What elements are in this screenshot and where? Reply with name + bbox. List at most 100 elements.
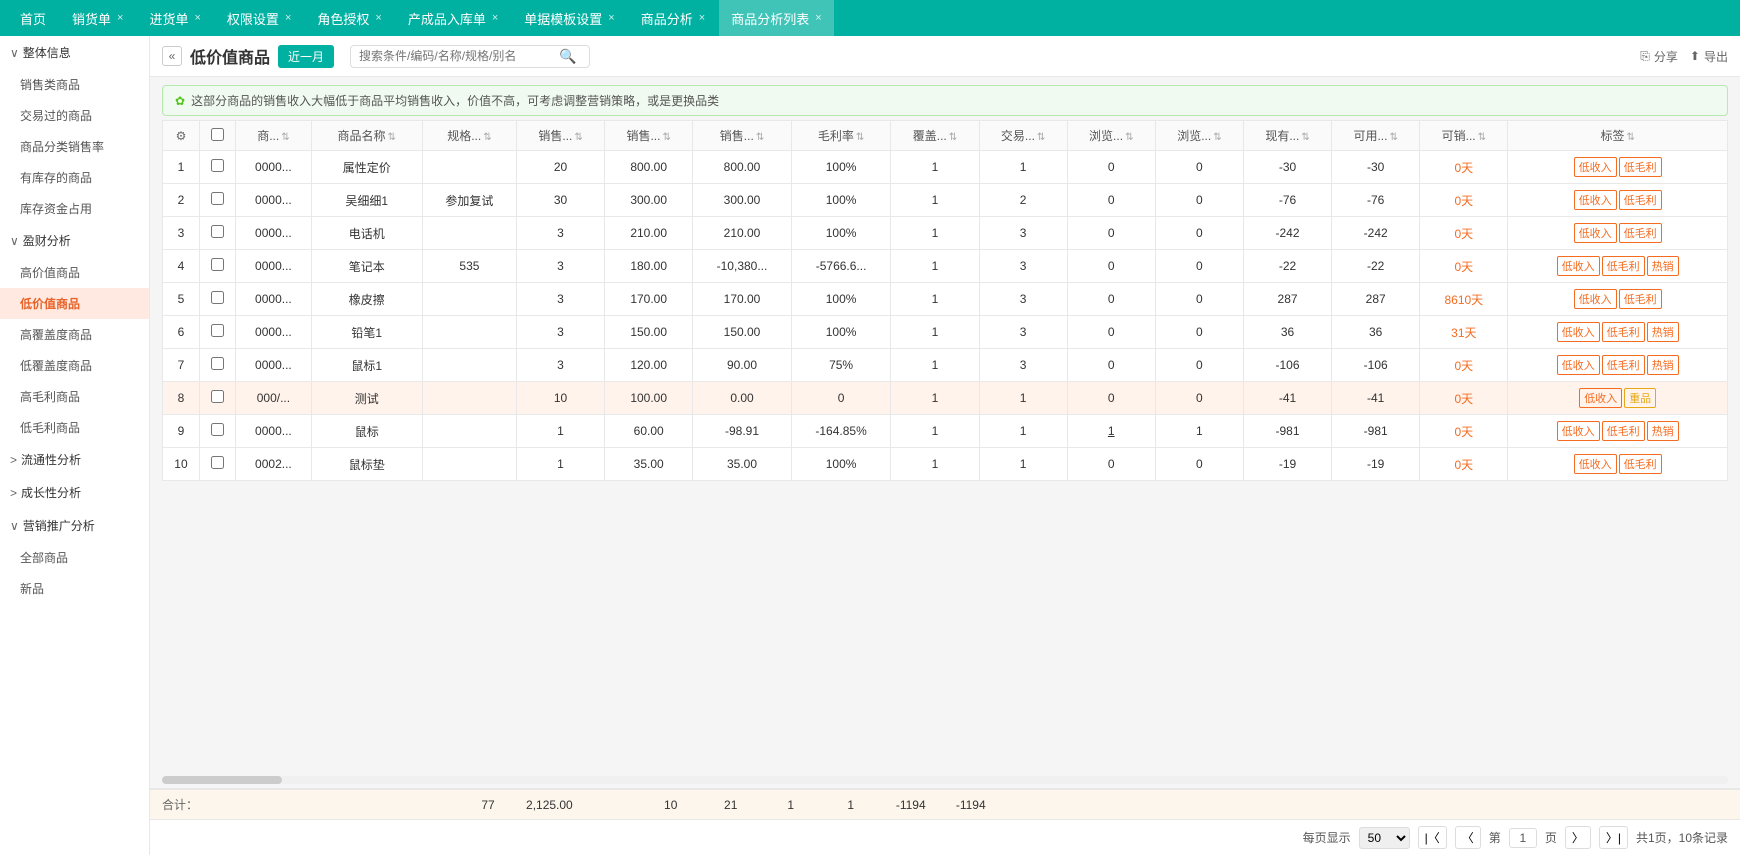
sidebar-group-整体信息[interactable]: ∨整体信息 xyxy=(0,36,149,69)
sidebar-group-盈财分析[interactable]: ∨盈财分析 xyxy=(0,224,149,257)
row-select-checkbox[interactable] xyxy=(211,291,224,304)
sidebar-group-流通性分析[interactable]: >流通性分析 xyxy=(0,443,149,476)
sidebar-item-交易过的商品[interactable]: 交易过的商品 xyxy=(0,100,149,131)
filter-button[interactable]: 近一月 xyxy=(278,45,334,68)
sidebar-item-高覆盖度商品[interactable]: 高覆盖度商品 xyxy=(0,319,149,350)
nav-item-商品分析[interactable]: 商品分析× xyxy=(629,0,717,36)
col-header-name[interactable]: 商品名称⇅ xyxy=(311,121,422,151)
nav-close-icon[interactable]: × xyxy=(608,12,614,24)
sort-icon[interactable]: ⇅ xyxy=(1125,132,1133,143)
col-header-code[interactable]: 商...⇅ xyxy=(236,121,311,151)
export-button[interactable]: ⬆ 导出 xyxy=(1690,48,1728,65)
per-page-select[interactable]: 50 100 200 xyxy=(1359,827,1410,849)
col-header-coverage[interactable]: 覆盖...⇅ xyxy=(891,121,979,151)
row-trade: 3 xyxy=(979,283,1067,316)
horizontal-scrollbar[interactable] xyxy=(162,776,1728,784)
nav-close-icon[interactable]: × xyxy=(117,12,123,24)
row-select-checkbox[interactable] xyxy=(211,456,224,469)
sort-icon[interactable]: ⇅ xyxy=(574,132,582,143)
sidebar-item-低覆盖度商品[interactable]: 低覆盖度商品 xyxy=(0,350,149,381)
nav-close-icon[interactable]: × xyxy=(285,12,291,24)
col-header-available[interactable]: 可用...⇅ xyxy=(1332,121,1420,151)
col-header-sale2[interactable]: 销售...⇅ xyxy=(605,121,693,151)
col-header-tags[interactable]: 标签⇅ xyxy=(1508,121,1728,151)
sidebar-item-销售类商品[interactable]: 销售类商品 xyxy=(0,69,149,100)
sort-icon[interactable]: ⇅ xyxy=(756,132,764,143)
sort-icon[interactable]: ⇅ xyxy=(1389,132,1397,143)
sidebar-item-高价值商品[interactable]: 高价值商品 xyxy=(0,257,149,288)
row-select-checkbox[interactable] xyxy=(211,357,224,370)
col-header-trade[interactable]: 交易...⇅ xyxy=(979,121,1067,151)
table-footer: 合计： 77 2,125.00 10 21 1 1 -1194 -1194 xyxy=(150,788,1740,819)
sidebar-item-新品[interactable]: 新品 xyxy=(0,573,149,604)
sort-icon[interactable]: ⇅ xyxy=(281,132,289,143)
col-header-saleable[interactable]: 可销...⇅ xyxy=(1420,121,1508,151)
sort-icon[interactable]: ⇅ xyxy=(483,132,491,143)
nav-item-销货单[interactable]: 销货单× xyxy=(60,0,135,36)
sidebar-item-低毛利商品[interactable]: 低毛利商品 xyxy=(0,412,149,443)
search-input[interactable] xyxy=(359,49,559,63)
select-all-checkbox[interactable] xyxy=(211,128,224,141)
col-header-sale1[interactable]: 销售...⇅ xyxy=(516,121,604,151)
row-select-checkbox[interactable] xyxy=(211,423,224,436)
nav-item-进货单[interactable]: 进货单× xyxy=(137,0,212,36)
sort-icon[interactable]: ⇅ xyxy=(662,132,670,143)
nav-close-icon[interactable]: × xyxy=(815,12,821,24)
col-header-settings[interactable]: ⚙ xyxy=(163,121,200,151)
scrollbar-thumb[interactable] xyxy=(162,776,282,784)
nav-close-icon[interactable]: × xyxy=(375,12,381,24)
sidebar-item-有库存的商品[interactable]: 有库存的商品 xyxy=(0,162,149,193)
sort-icon[interactable]: ⇅ xyxy=(1037,132,1045,143)
next-page-button[interactable]: 〉 xyxy=(1565,826,1591,849)
prev-page-button[interactable]: 〈 xyxy=(1455,826,1481,849)
sort-icon[interactable]: ⇅ xyxy=(1301,132,1309,143)
sort-icon[interactable]: ⇅ xyxy=(856,132,864,143)
col-header-sale3[interactable]: 销售...⇅ xyxy=(693,121,792,151)
col-header-browse1[interactable]: 浏览...⇅ xyxy=(1067,121,1155,151)
tag-低收入: 低收入 xyxy=(1574,190,1617,210)
search-icon[interactable]: 🔍 xyxy=(559,48,576,65)
sidebar-item-商品分类销售率[interactable]: 商品分类销售率 xyxy=(0,131,149,162)
nav-item-角色授权[interactable]: 角色授权× xyxy=(305,0,393,36)
browse-link[interactable]: 1 xyxy=(1108,424,1115,438)
share-button[interactable]: ⎘ 分享 xyxy=(1640,48,1678,65)
row-sale2: 800.00 xyxy=(605,151,693,184)
row-name: 吴细细1 xyxy=(311,184,422,217)
nav-close-icon[interactable]: × xyxy=(194,12,200,24)
sort-icon[interactable]: ⇅ xyxy=(388,132,396,143)
table-container[interactable]: ⚙商...⇅商品名称⇅规格...⇅销售...⇅销售...⇅销售...⇅毛利率⇅覆… xyxy=(150,120,1740,776)
sidebar-group-营销推广分析[interactable]: ∨营销推广分析 xyxy=(0,509,149,542)
row-select-checkbox[interactable] xyxy=(211,390,224,403)
collapse-sidebar-button[interactable]: « xyxy=(162,46,182,66)
sidebar-item-高毛利商品[interactable]: 高毛利商品 xyxy=(0,381,149,412)
nav-item-单据模板设置[interactable]: 单据模板设置× xyxy=(512,0,626,36)
nav-close-icon[interactable]: × xyxy=(699,12,705,24)
first-page-button[interactable]: |〈 xyxy=(1418,826,1447,849)
col-header-spec[interactable]: 规格...⇅ xyxy=(422,121,516,151)
col-header-checkbox[interactable] xyxy=(199,121,235,151)
row-select-checkbox[interactable] xyxy=(211,324,224,337)
settings-icon[interactable]: ⚙ xyxy=(176,129,187,143)
row-select-checkbox[interactable] xyxy=(211,258,224,271)
col-header-current[interactable]: 现有...⇅ xyxy=(1243,121,1331,151)
row-select-checkbox[interactable] xyxy=(211,192,224,205)
sort-icon[interactable]: ⇅ xyxy=(1213,132,1221,143)
row-browse1: 0 xyxy=(1067,316,1155,349)
sidebar-item-库存资金占用[interactable]: 库存资金占用 xyxy=(0,193,149,224)
sidebar-group-成长性分析[interactable]: >成长性分析 xyxy=(0,476,149,509)
row-select-checkbox[interactable] xyxy=(211,225,224,238)
nav-item-首页[interactable]: 首页 xyxy=(8,0,58,36)
sort-icon[interactable]: ⇅ xyxy=(1627,132,1635,143)
nav-item-商品分析列表[interactable]: 商品分析列表× xyxy=(719,0,833,36)
col-header-browse2[interactable]: 浏览...⇅ xyxy=(1155,121,1243,151)
sidebar-item-低价值商品[interactable]: 低价值商品 xyxy=(0,288,149,319)
last-page-button[interactable]: 〉| xyxy=(1599,826,1628,849)
nav-item-产成品入库单[interactable]: 产成品入库单× xyxy=(396,0,510,36)
sidebar-item-全部商品[interactable]: 全部商品 xyxy=(0,542,149,573)
sort-icon[interactable]: ⇅ xyxy=(1478,132,1486,143)
row-select-checkbox[interactable] xyxy=(211,159,224,172)
nav-close-icon[interactable]: × xyxy=(492,12,498,24)
col-header-grossRate[interactable]: 毛利率⇅ xyxy=(791,121,891,151)
nav-item-权限设置[interactable]: 权限设置× xyxy=(215,0,303,36)
sort-icon[interactable]: ⇅ xyxy=(949,132,957,143)
